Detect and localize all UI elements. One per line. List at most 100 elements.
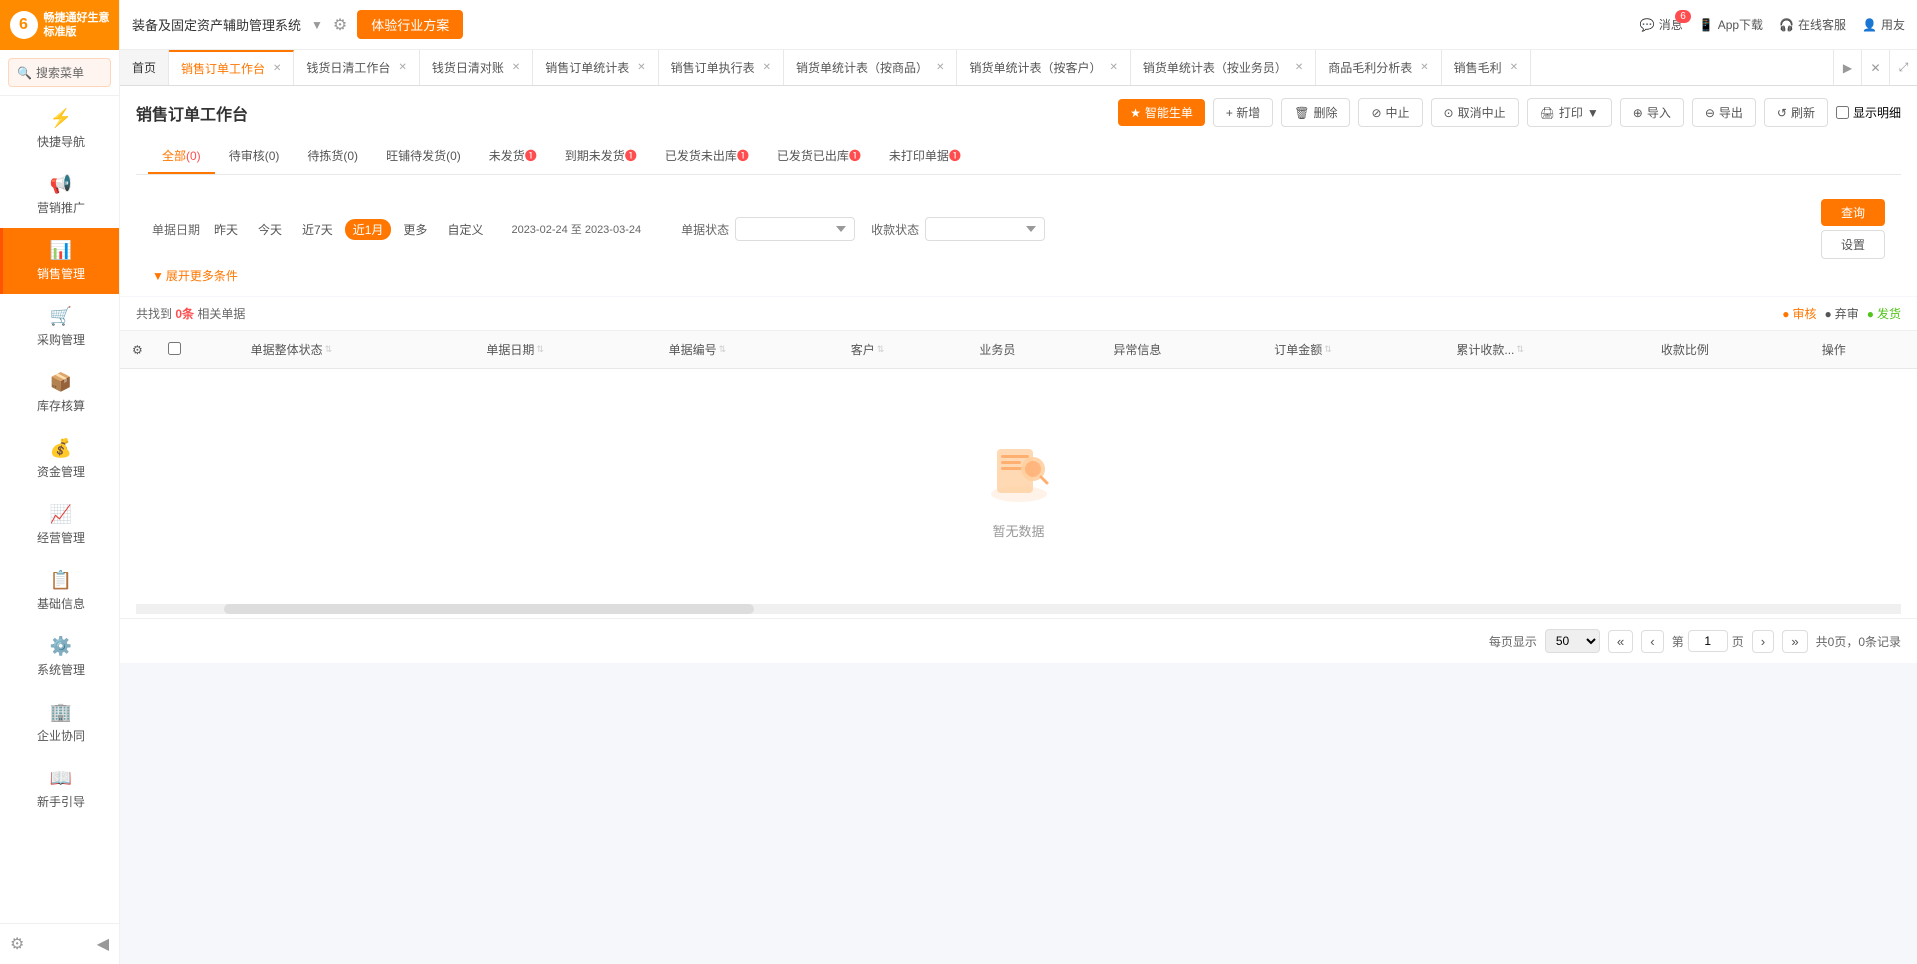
sidebar-item-operations[interactable]: 📈 经营管理: [0, 492, 119, 558]
date-custom[interactable]: 自定义: [439, 219, 491, 240]
sidebar-item-finance[interactable]: 💰 资金管理: [0, 426, 119, 492]
tab-close-gross-profit[interactable]: ✕: [1420, 62, 1428, 73]
select-all-checkbox[interactable]: [168, 342, 181, 355]
tab-close-sales-summary-staff[interactable]: ✕: [1295, 62, 1303, 73]
stop-button[interactable]: ⊘ 中止: [1358, 98, 1422, 127]
headset-icon: 🎧: [1779, 18, 1794, 32]
sub-tab-all[interactable]: 全部(0): [148, 139, 215, 174]
smart-generate-button[interactable]: ★ 智能生单: [1118, 99, 1205, 126]
next-page-button[interactable]: ›: [1752, 630, 1774, 653]
add-button[interactable]: + 新增: [1213, 98, 1273, 127]
tab-sales-summary-customer[interactable]: 销货单统计表（按客户） ✕: [957, 50, 1130, 86]
print-button[interactable]: 🖨 打印 ▼: [1527, 98, 1612, 127]
import-button[interactable]: ⊕ 导入: [1620, 98, 1684, 127]
tab-home[interactable]: 首页: [120, 50, 169, 86]
collection-select[interactable]: [925, 217, 1045, 241]
query-button[interactable]: 查询: [1821, 199, 1885, 226]
system-title: 装备及固定资产辅助管理系统: [132, 15, 301, 34]
th-settings: ⚙: [120, 331, 156, 369]
expand-filter-button[interactable]: ▼ 展开更多条件: [152, 267, 1885, 284]
sort-customer[interactable]: 客户 ⇅: [851, 341, 956, 358]
tab-close-sales-fee[interactable]: ✕: [1510, 62, 1518, 73]
sidebar-item-inventory[interactable]: 📦 库存核算: [0, 360, 119, 426]
date-today[interactable]: 今天: [250, 219, 290, 240]
tab-sales-exec[interactable]: 销售订单执行表 ✕: [659, 50, 784, 86]
ship-action-button[interactable]: ● 发货: [1867, 305, 1901, 322]
tab-cash-daily[interactable]: 钱货日清工作台 ✕: [294, 50, 419, 86]
tab-gross-profit[interactable]: 商品毛利分析表 ✕: [1316, 50, 1441, 86]
page-size-select[interactable]: 10 20 50 100: [1545, 629, 1600, 653]
scrollbar-thumb[interactable]: [224, 604, 754, 614]
sort-date[interactable]: 单据日期 ⇅: [486, 341, 644, 358]
page-number-input[interactable]: [1688, 630, 1728, 652]
sidebar-item-basic-info[interactable]: 📋 基础信息: [0, 558, 119, 624]
experience-button[interactable]: 体验行业方案: [357, 10, 463, 39]
tab-close-sales-summary-customer[interactable]: ✕: [1109, 62, 1117, 73]
tab-sales-summary-product[interactable]: 销货单统计表（按商品） ✕: [784, 50, 957, 86]
sub-tab-not-printed[interactable]: 未打印单据❶: [875, 139, 975, 174]
online-service-button[interactable]: 🎧 在线客服: [1779, 16, 1846, 33]
settings-icon[interactable]: ⚙: [132, 343, 143, 357]
sidebar-item-guide[interactable]: 📖 新手引导: [0, 756, 119, 822]
app-download-button[interactable]: 📱 App下载: [1699, 16, 1763, 33]
sub-tab-wangpu-pending[interactable]: 旺铺待发货(0): [372, 139, 475, 174]
date-last7[interactable]: 近7天: [294, 219, 341, 240]
date-more[interactable]: 更多: [395, 219, 435, 240]
export-button[interactable]: ⊖ 导出: [1692, 98, 1756, 127]
review-action-button[interactable]: ● 审核: [1782, 305, 1816, 322]
sub-tab-pending-inspect[interactable]: 待拣货(0): [293, 139, 372, 174]
cancel-stop-button[interactable]: ⊙ 取消中止: [1431, 98, 1519, 127]
page-info: 第 页: [1672, 630, 1744, 652]
tab-cash-reconcile[interactable]: 钱货日清对账 ✕: [420, 50, 533, 86]
scrollbar-track[interactable]: [136, 604, 1901, 614]
sidebar-collapse-button[interactable]: ◀: [97, 934, 109, 954]
show-details-checkbox[interactable]: [1836, 106, 1849, 119]
tab-close-cash-reconcile[interactable]: ✕: [512, 62, 520, 73]
sub-tab-not-shipped[interactable]: 未发货❶: [475, 139, 551, 174]
sub-tab-shipped-not-out[interactable]: 已发货未出库❶: [651, 139, 763, 174]
date-yesterday[interactable]: 昨天: [206, 219, 246, 240]
prev-page-button[interactable]: ‹: [1641, 630, 1663, 653]
delete-button[interactable]: 🗑 删除: [1281, 98, 1350, 127]
sub-tab-overdue-not-shipped[interactable]: 到期未发货❶: [551, 139, 651, 174]
sub-tab-pending-review[interactable]: 待审核(0): [215, 139, 294, 174]
sidebar-item-marketing[interactable]: 📢 营销推广: [0, 162, 119, 228]
search-menu-button[interactable]: 🔍 搜索菜单: [8, 58, 111, 87]
message-button[interactable]: 💬 消息 6: [1640, 16, 1683, 33]
tab-sales-summary-staff[interactable]: 销货单统计表（按业务员） ✕: [1131, 50, 1316, 86]
first-page-button[interactable]: «: [1608, 630, 1633, 653]
tab-close-sales-order[interactable]: ✕: [273, 63, 281, 74]
sort-collected[interactable]: 累计收款... ⇅: [1456, 341, 1637, 358]
sidebar-item-sales[interactable]: 📊 销售管理: [0, 228, 119, 294]
tab-close-sales-summary-product[interactable]: ✕: [936, 62, 944, 73]
filter-setting-button[interactable]: 设置: [1821, 230, 1885, 259]
tab-close-all-button[interactable]: ✕: [1861, 50, 1889, 86]
sidebar-item-system[interactable]: ⚙️ 系统管理: [0, 624, 119, 690]
last-page-button[interactable]: »: [1782, 630, 1807, 653]
status-select[interactable]: [735, 217, 855, 241]
tab-close-sales-stat[interactable]: ✕: [637, 62, 645, 73]
sort-number[interactable]: 单据编号 ⇅: [669, 341, 827, 358]
topbar-settings-icon[interactable]: ⚙: [333, 15, 347, 35]
tab-maximize-button[interactable]: ⤢: [1889, 50, 1917, 86]
tab-close-sales-exec[interactable]: ✕: [763, 62, 771, 73]
sidebar-item-enterprise[interactable]: 🏢 企业协同: [0, 690, 119, 756]
table-right-actions: ● 审核 ● 弃审 ● 发货: [1782, 305, 1901, 322]
tab-sales-fee[interactable]: 销售毛利 ✕: [1442, 50, 1531, 86]
tab-sales-stat[interactable]: 销售订单统计表 ✕: [533, 50, 658, 86]
refresh-button[interactable]: ↺ 刷新: [1764, 98, 1828, 127]
sidebar-item-quick-nav[interactable]: ⚡ 快捷导航: [0, 96, 119, 162]
sort-amount[interactable]: 订单金额 ⇅: [1274, 341, 1432, 358]
tab-close-cash-daily[interactable]: ✕: [398, 62, 406, 73]
th-amount: 订单金额 ⇅: [1262, 331, 1444, 369]
user-menu-button[interactable]: 👤 用友: [1862, 16, 1905, 33]
date-last-month[interactable]: 近1月: [345, 219, 392, 240]
sub-tab-shipped-out[interactable]: 已发货已出库❶: [763, 139, 875, 174]
tab-overflow-button[interactable]: ▶: [1833, 50, 1861, 86]
tab-sales-order[interactable]: 销售订单工作台 ✕: [169, 50, 294, 86]
unreviewed-action-button[interactable]: ● 弃审: [1824, 305, 1858, 322]
sidebar-settings-button[interactable]: ⚙: [10, 934, 24, 954]
sort-status[interactable]: 单据整体状态 ⇅: [251, 341, 463, 358]
th-staff: 业务员: [967, 331, 1101, 369]
sidebar-item-purchase[interactable]: 🛒 采购管理: [0, 294, 119, 360]
